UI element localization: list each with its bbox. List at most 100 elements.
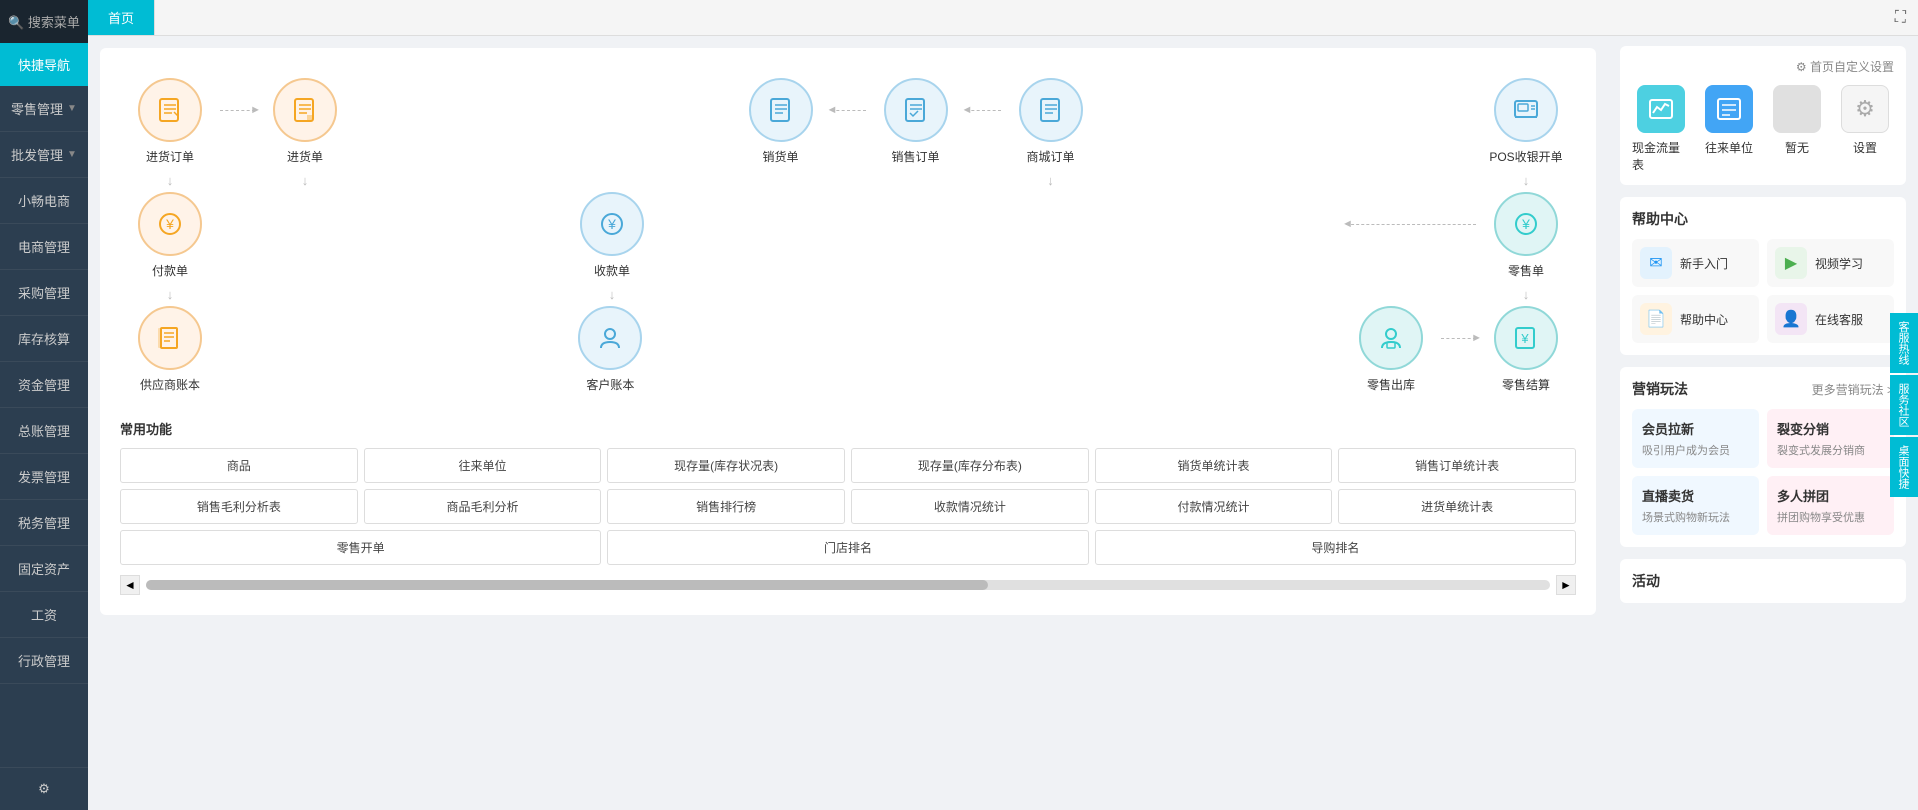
flow-node-sales[interactable]: 销货单 bbox=[731, 78, 831, 165]
flow-node-customer-ledger[interactable]: 客户账本 bbox=[560, 306, 660, 393]
func-btn-purchase-stat[interactable]: 进货单统计表 bbox=[1338, 489, 1576, 524]
func-btn-store-rank[interactable]: 门店排名 bbox=[607, 530, 1088, 565]
sales-icon bbox=[749, 78, 813, 142]
units-icon-box bbox=[1705, 85, 1753, 133]
flow-node-pos[interactable]: POS收银开单 bbox=[1476, 78, 1576, 165]
receipt-icon: ¥ bbox=[580, 192, 644, 256]
svg-text:¥: ¥ bbox=[1520, 331, 1529, 346]
marketing-item-fission[interactable]: 裂变分销 裂变式发展分销商 bbox=[1767, 409, 1894, 468]
func-btn-retail-order[interactable]: 零售开单 bbox=[120, 530, 601, 565]
flow-node-receipt[interactable]: ¥ 收款单 bbox=[562, 192, 662, 279]
sidebar-item-tax[interactable]: 税务管理 bbox=[0, 500, 88, 546]
mall-order-icon bbox=[1019, 78, 1083, 142]
more-marketing-link[interactable]: 更多营销玩法 > bbox=[1812, 381, 1894, 398]
svg-text:¥: ¥ bbox=[165, 216, 174, 232]
sidebar-item-inventory[interactable]: 库存核算 bbox=[0, 316, 88, 362]
func-btn-gross-sales[interactable]: 销售毛利分析表 bbox=[120, 489, 358, 524]
marketing-item-live[interactable]: 直播卖货 场景式购物新玩法 bbox=[1632, 476, 1759, 535]
marketing-grid: 会员拉新 吸引用户成为会员 裂变分销 裂变式发展分销商 直播卖货 场景式购物新玩… bbox=[1632, 409, 1894, 535]
sidebar-item-ecom[interactable]: 小畅电商 bbox=[0, 178, 88, 224]
func-btn-guide-rank[interactable]: 导购排名 bbox=[1095, 530, 1576, 565]
cashflow-icon-box bbox=[1637, 85, 1685, 133]
func-grid-row2: 销售毛利分析表 商品毛利分析 销售排行榜 收款情况统计 付款情况统计 进货单统计… bbox=[120, 489, 1576, 524]
flow-node-purchase[interactable]: 进货单 bbox=[255, 78, 355, 165]
func-btn-units[interactable]: 往来单位 bbox=[364, 448, 602, 483]
help-item-video[interactable]: ▶ 视频学习 bbox=[1767, 239, 1894, 287]
func-btn-payment-stat[interactable]: 付款情况统计 bbox=[1095, 489, 1333, 524]
help-item-help[interactable]: 📄 帮助中心 bbox=[1632, 295, 1759, 343]
scroll-thumb bbox=[146, 580, 988, 590]
func-btn-sales-rank[interactable]: 销售排行榜 bbox=[607, 489, 845, 524]
expand-button[interactable]: ⛶ bbox=[1883, 9, 1918, 27]
content-area: 进货订单 ► 进货单 bbox=[88, 36, 1918, 810]
sidebar-item-retail[interactable]: 零售管理 ▼ bbox=[0, 86, 88, 132]
settings-button[interactable]: ⚙ bbox=[0, 767, 88, 810]
sidebar-item-wholesale[interactable]: 批发管理 ▼ bbox=[0, 132, 88, 178]
scroll-right-button[interactable]: ► bbox=[1556, 575, 1576, 595]
quick-access-header: ⚙ 首页自定义设置 bbox=[1632, 58, 1894, 75]
help-center-title: 帮助中心 bbox=[1632, 209, 1894, 229]
supplier-ledger-icon bbox=[138, 306, 202, 370]
search-menu[interactable]: 🔍 搜索菜单 bbox=[0, 0, 88, 43]
beginner-icon: ✉ bbox=[1640, 247, 1672, 279]
flow-node-purchase-order[interactable]: 进货订单 bbox=[120, 78, 220, 165]
help-item-service[interactable]: 👤 在线客服 bbox=[1767, 295, 1894, 343]
sidebar: 🔍 搜索菜单 快捷导航 零售管理 ▼ 批发管理 ▼ 小畅电商 电商管理 采购管理… bbox=[0, 0, 88, 810]
quick-icon-settings[interactable]: ⚙ 设置 bbox=[1836, 85, 1894, 173]
flow-node-retail-out[interactable]: 零售出库 bbox=[1341, 306, 1441, 393]
customize-link[interactable]: ⚙ 首页自定义设置 bbox=[1796, 58, 1894, 75]
quick-nav-item[interactable]: 快捷导航 bbox=[0, 43, 88, 86]
customer-ledger-icon bbox=[578, 306, 642, 370]
float-btn-service[interactable]: 客服热线 bbox=[1890, 313, 1918, 373]
float-btn-community[interactable]: 服务社区 bbox=[1890, 375, 1918, 435]
flow-node-retail[interactable]: ¥ 零售单 bbox=[1476, 192, 1576, 279]
flow-node-payment[interactable]: ¥ 付款单 bbox=[120, 192, 220, 279]
help-grid: ✉ 新手入门 ▶ 视频学习 📄 帮助中心 👤 在线客服 bbox=[1632, 239, 1894, 343]
sidebar-item-ecom-mgmt[interactable]: 电商管理 bbox=[0, 224, 88, 270]
sales-order-icon bbox=[884, 78, 948, 142]
flow-node-supplier-ledger[interactable]: 供应商账本 bbox=[120, 306, 220, 393]
func-btn-order-stat[interactable]: 销售订单统计表 bbox=[1338, 448, 1576, 483]
marketing-item-member[interactable]: 会员拉新 吸引用户成为会员 bbox=[1632, 409, 1759, 468]
quick-icon-cashflow[interactable]: 现金流量表 bbox=[1632, 85, 1690, 173]
retail-out-icon bbox=[1359, 306, 1423, 370]
sidebar-item-assets[interactable]: 固定资产 bbox=[0, 546, 88, 592]
common-functions-title: 常用功能 bbox=[120, 419, 1576, 438]
sidebar-item-ledger[interactable]: 总账管理 bbox=[0, 408, 88, 454]
left-panel: 进货订单 ► 进货单 bbox=[88, 36, 1608, 810]
activity-title: 活动 bbox=[1632, 571, 1894, 591]
help-item-beginner[interactable]: ✉ 新手入门 bbox=[1632, 239, 1759, 287]
func-btn-gross-product[interactable]: 商品毛利分析 bbox=[364, 489, 602, 524]
scroll-left-button[interactable]: ◄ bbox=[120, 575, 140, 595]
sidebar-item-salary[interactable]: 工资 bbox=[0, 592, 88, 638]
activity-section: 活动 bbox=[1620, 559, 1906, 603]
svg-text:¥: ¥ bbox=[1521, 216, 1530, 232]
settings-icon-box: ⚙ bbox=[1841, 85, 1889, 133]
chevron-down-icon: ▼ bbox=[67, 103, 77, 114]
func-btn-product[interactable]: 商品 bbox=[120, 448, 358, 483]
flow-card: 进货订单 ► 进货单 bbox=[100, 48, 1596, 615]
func-btn-sales-stat[interactable]: 销货单统计表 bbox=[1095, 448, 1333, 483]
marketing-item-group[interactable]: 多人拼团 拼团购物享受优惠 bbox=[1767, 476, 1894, 535]
sidebar-item-invoice[interactable]: 发票管理 bbox=[0, 454, 88, 500]
func-btn-stock1[interactable]: 现存量(库存状况表) bbox=[607, 448, 845, 483]
sidebar-item-purchase[interactable]: 采购管理 bbox=[0, 270, 88, 316]
none-icon-box bbox=[1773, 85, 1821, 133]
marketing-section: 营销玩法 更多营销玩法 > 会员拉新 吸引用户成为会员 裂变分销 裂变式发展分销… bbox=[1620, 367, 1906, 547]
flow-node-mall-order[interactable]: 商城订单 bbox=[1001, 78, 1101, 165]
tab-home[interactable]: 首页 bbox=[88, 0, 155, 35]
quick-icon-units[interactable]: 往来单位 bbox=[1700, 85, 1758, 173]
func-btn-stock2[interactable]: 现存量(库存分布表) bbox=[851, 448, 1089, 483]
marketing-title: 营销玩法 bbox=[1632, 379, 1688, 399]
quick-access-section: ⚙ 首页自定义设置 现金流量表 往来单位 bbox=[1620, 46, 1906, 185]
sidebar-item-finance[interactable]: 资金管理 bbox=[0, 362, 88, 408]
quick-icon-none: 暂无 bbox=[1768, 85, 1826, 173]
flow-node-retail-checkout[interactable]: ¥ 零售结算 bbox=[1476, 306, 1576, 393]
float-buttons: 客服热线 服务社区 桌面快捷 bbox=[1890, 313, 1918, 497]
sidebar-item-admin[interactable]: 行政管理 bbox=[0, 638, 88, 684]
func-btn-receipt-stat[interactable]: 收款情况统计 bbox=[851, 489, 1089, 524]
scroll-area: ◄ ► bbox=[120, 575, 1576, 595]
flow-node-sales-order[interactable]: 销售订单 bbox=[866, 78, 966, 165]
video-icon: ▶ bbox=[1775, 247, 1807, 279]
float-btn-desktop[interactable]: 桌面快捷 bbox=[1890, 437, 1918, 497]
